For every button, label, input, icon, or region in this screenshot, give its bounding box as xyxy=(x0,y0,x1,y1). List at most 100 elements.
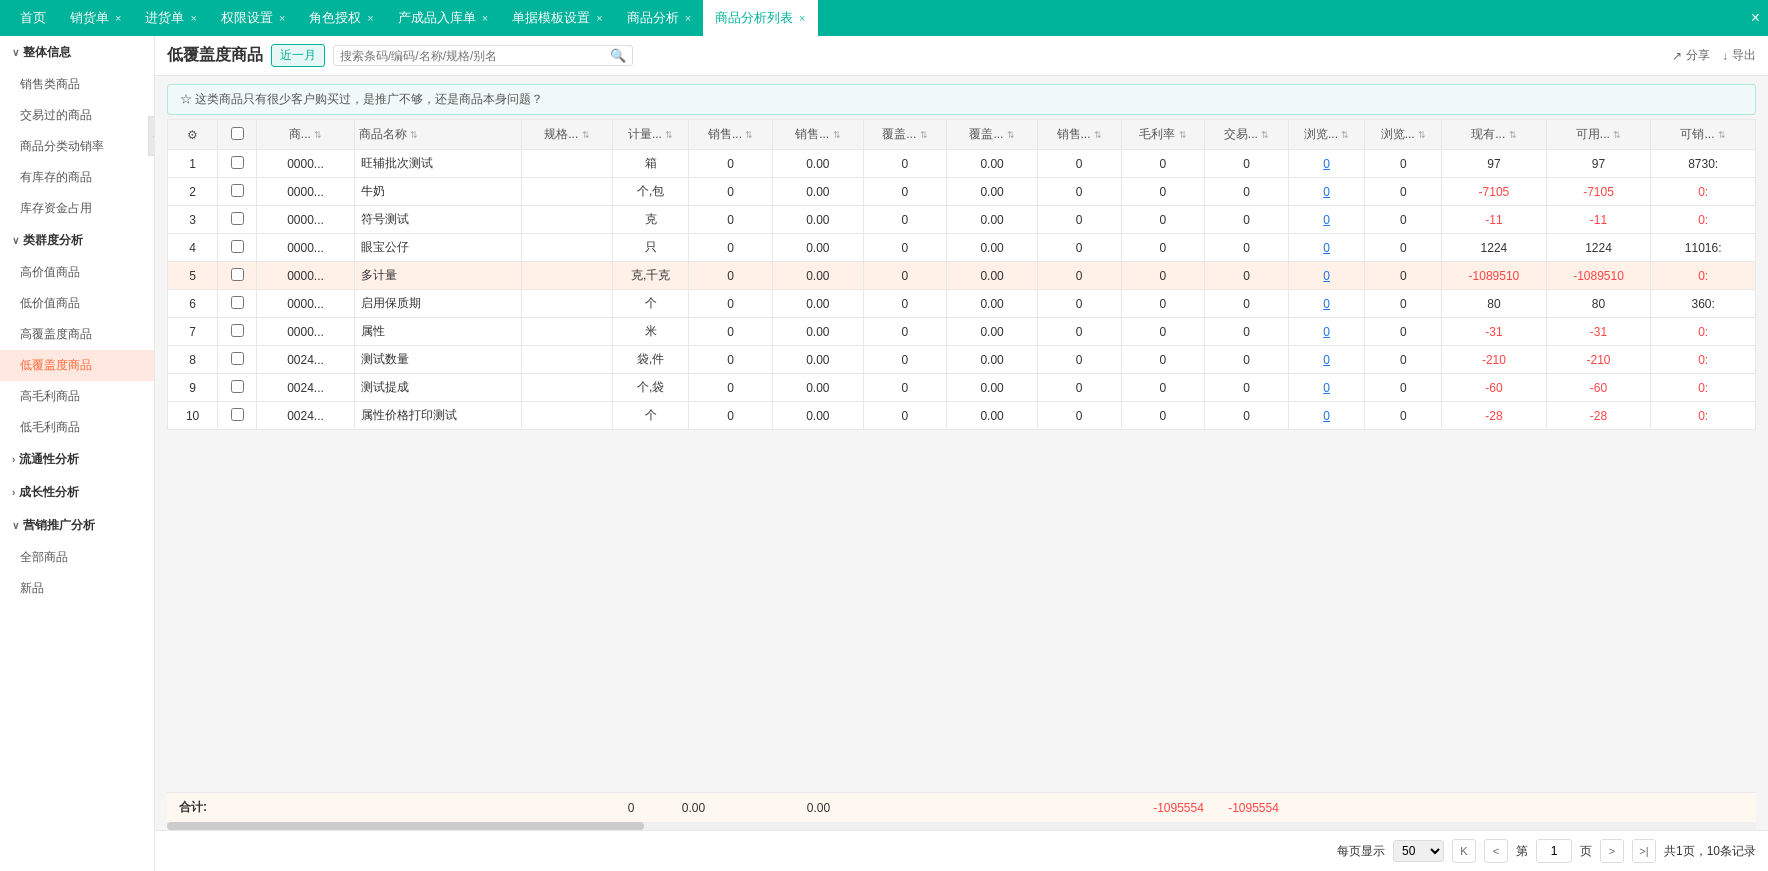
search-input[interactable] xyxy=(340,49,610,63)
sidebar-item-low-coverage[interactable]: 低覆盖度商品 xyxy=(0,350,154,381)
prev-page-button[interactable]: < xyxy=(1484,839,1508,863)
row-name[interactable]: 符号测试 xyxy=(354,206,521,234)
row-name[interactable]: 测试提成 xyxy=(354,374,521,402)
row-browse1[interactable]: 0 xyxy=(1288,402,1365,430)
row-name[interactable]: 属性 xyxy=(354,318,521,346)
select-all-checkbox[interactable] xyxy=(231,127,244,140)
row-checkbox[interactable] xyxy=(231,408,244,421)
time-filter-button[interactable]: 近一月 xyxy=(271,44,325,67)
per-page-select[interactable]: 20 50 100 xyxy=(1393,840,1444,862)
content-header: 低覆盖度商品 近一月 🔍 ↗ 分享 ↓ 导出 xyxy=(155,36,1768,76)
th-gross[interactable]: 毛利率 ⇅ xyxy=(1121,120,1205,150)
sidebar-item-category-rate[interactable]: 商品分类动销率 xyxy=(0,131,154,162)
sidebar-item-sales-goods[interactable]: 销售类商品 xyxy=(0,69,154,100)
close-icon[interactable]: × xyxy=(685,12,691,24)
row-browse1[interactable]: 0 xyxy=(1288,374,1365,402)
row-name[interactable]: 牛奶 xyxy=(354,178,521,206)
sidebar-item-all-goods[interactable]: 全部商品 xyxy=(0,542,154,573)
th-sales-qty[interactable]: 销售... ⇅ xyxy=(689,120,773,150)
row-checkbox[interactable] xyxy=(231,212,244,225)
row-name[interactable]: 测试数量 xyxy=(354,346,521,374)
last-page-button[interactable]: >| xyxy=(1632,839,1656,863)
sidebar-section-growth[interactable]: › 成长性分析 xyxy=(0,476,154,509)
nav-goods-analysis[interactable]: 商品分析 × xyxy=(615,0,703,36)
th-sales3[interactable]: 销售... ⇅ xyxy=(1037,120,1121,150)
close-icon[interactable]: × xyxy=(482,12,488,24)
page-suffix-label: 页 xyxy=(1580,843,1592,860)
close-icon[interactable]: × xyxy=(279,12,285,24)
row-name[interactable]: 属性价格打印测试 xyxy=(354,402,521,430)
row-browse1[interactable]: 0 xyxy=(1288,262,1365,290)
row-browse1[interactable]: 0 xyxy=(1288,290,1365,318)
sidebar-section-liquidity[interactable]: › 流通性分析 xyxy=(0,443,154,476)
row-checkbox[interactable] xyxy=(231,240,244,253)
close-icon[interactable]: × xyxy=(799,12,805,24)
sidebar-item-new-goods[interactable]: 新品 xyxy=(0,573,154,604)
sidebar-item-high-margin[interactable]: 高毛利商品 xyxy=(0,381,154,412)
row-checkbox[interactable] xyxy=(231,268,244,281)
close-icon[interactable]: × xyxy=(596,12,602,24)
row-name[interactable]: 旺辅批次测试 xyxy=(354,150,521,178)
row-index: 9 xyxy=(168,374,218,402)
nav-goods-analysis-list[interactable]: 商品分析列表 × xyxy=(703,0,817,36)
sidebar-item-low-value[interactable]: 低价值商品 xyxy=(0,288,154,319)
sidebar-item-high-coverage[interactable]: 高覆盖度商品 xyxy=(0,319,154,350)
th-name[interactable]: 商品名称 ⇅ xyxy=(354,120,521,150)
sidebar-collapse-button[interactable]: « xyxy=(148,116,155,156)
row-browse1[interactable]: 0 xyxy=(1288,150,1365,178)
th-current-stock[interactable]: 现有... ⇅ xyxy=(1442,120,1547,150)
row-checkbox[interactable] xyxy=(231,296,244,309)
sidebar-item-low-margin[interactable]: 低毛利商品 xyxy=(0,412,154,443)
close-icon[interactable]: × xyxy=(115,12,121,24)
row-browse1[interactable]: 0 xyxy=(1288,206,1365,234)
sidebar-item-traded-goods[interactable]: 交易过的商品 xyxy=(0,100,154,131)
th-unit[interactable]: 计量... ⇅ xyxy=(612,120,689,150)
row-browse1[interactable]: 0 xyxy=(1288,234,1365,262)
row-name[interactable]: 多计量 xyxy=(354,262,521,290)
th-usable-stock[interactable]: 可用... ⇅ xyxy=(1546,120,1651,150)
next-page-button[interactable]: > xyxy=(1600,839,1624,863)
row-checkbox[interactable] xyxy=(231,324,244,337)
th-settings[interactable]: ⚙ xyxy=(168,120,218,150)
nav-home[interactable]: 首页 xyxy=(8,0,58,36)
sidebar-item-stock-capital[interactable]: 库存资金占用 xyxy=(0,193,154,224)
row-checkbox[interactable] xyxy=(231,184,244,197)
sidebar-section-overall[interactable]: ∨ 整体信息 xyxy=(0,36,154,69)
row-checkbox[interactable] xyxy=(231,156,244,169)
nav-roles[interactable]: 角色授权 × xyxy=(297,0,385,36)
row-name[interactable]: 眼宝公仔 xyxy=(354,234,521,262)
th-sales-amt[interactable]: 销售... ⇅ xyxy=(773,120,864,150)
th-browse1[interactable]: 浏览... ⇅ xyxy=(1288,120,1365,150)
search-icon[interactable]: 🔍 xyxy=(610,48,626,63)
first-page-button[interactable]: K xyxy=(1452,839,1476,863)
page-number-input[interactable]: 1 xyxy=(1536,839,1572,863)
close-icon[interactable]: × xyxy=(190,12,196,24)
th-spec[interactable]: 规格... ⇅ xyxy=(522,120,613,150)
sidebar-item-high-value[interactable]: 高价值商品 xyxy=(0,257,154,288)
th-code[interactable]: 商... ⇅ xyxy=(257,120,355,150)
th-cover1[interactable]: 覆盖... ⇅ xyxy=(863,120,947,150)
row-name[interactable]: 启用保质期 xyxy=(354,290,521,318)
nav-purchase[interactable]: 进货单 × xyxy=(133,0,208,36)
row-browse1[interactable]: 0 xyxy=(1288,178,1365,206)
close-icon[interactable]: × xyxy=(367,12,373,24)
nav-products[interactable]: 产成品入库单 × xyxy=(386,0,500,36)
share-button[interactable]: ↗ 分享 xyxy=(1672,47,1710,64)
row-checkbox[interactable] xyxy=(231,352,244,365)
nav-template[interactable]: 单据模板设置 × xyxy=(500,0,614,36)
sidebar-item-in-stock[interactable]: 有库存的商品 xyxy=(0,162,154,193)
th-salable[interactable]: 可销... ⇅ xyxy=(1651,120,1756,150)
window-close-button[interactable]: × xyxy=(1751,9,1760,27)
sidebar-section-cluster[interactable]: ∨ 类群度分析 xyxy=(0,224,154,257)
row-checkbox[interactable] xyxy=(231,380,244,393)
th-cover2[interactable]: 覆盖... ⇅ xyxy=(947,120,1038,150)
th-trade[interactable]: 交易... ⇅ xyxy=(1205,120,1289,150)
nav-permissions[interactable]: 权限设置 × xyxy=(209,0,297,36)
row-spec xyxy=(522,318,613,346)
th-browse2[interactable]: 浏览... ⇅ xyxy=(1365,120,1442,150)
sidebar-section-marketing[interactable]: ∨ 营销推广分析 xyxy=(0,509,154,542)
nav-sales[interactable]: 销货单 × xyxy=(58,0,133,36)
row-browse1[interactable]: 0 xyxy=(1288,346,1365,374)
row-browse1[interactable]: 0 xyxy=(1288,318,1365,346)
export-button[interactable]: ↓ 导出 xyxy=(1722,47,1756,64)
